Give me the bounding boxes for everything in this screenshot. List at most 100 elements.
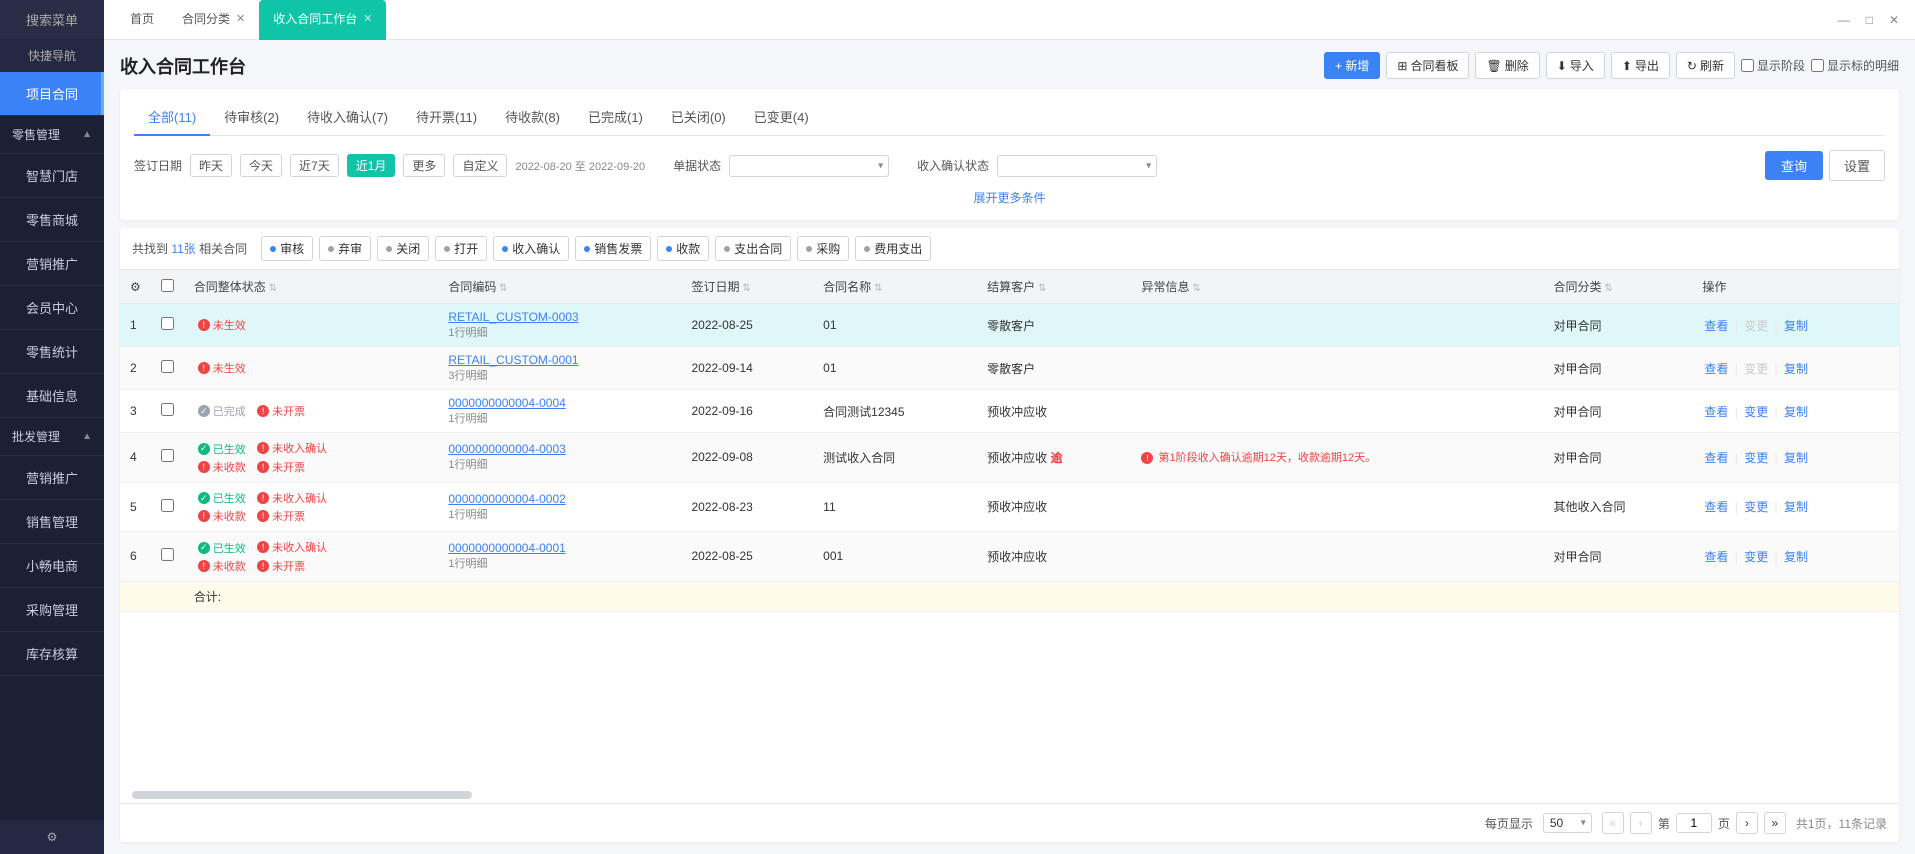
sidebar-item-project-contract[interactable]: 项目合同 <box>0 72 104 116</box>
op-copy[interactable]: 复制 <box>1784 550 1808 564</box>
th-exception[interactable]: 异常信息 <box>1131 270 1543 304</box>
status-tab-pending-review[interactable]: 待审核(2) <box>210 99 293 136</box>
cell-checkbox[interactable] <box>151 390 184 433</box>
cell-checkbox[interactable] <box>151 347 184 390</box>
prev-page-btn[interactable]: ‹ <box>1630 812 1652 834</box>
th-sign-date[interactable]: 签订日期 <box>681 270 813 304</box>
show-stages-checkbox[interactable]: 显示阶段 <box>1741 57 1805 74</box>
select-all-checkbox[interactable] <box>161 279 174 292</box>
date-btn-7days[interactable]: 近7天 <box>290 154 339 177</box>
date-btn-more[interactable]: 更多 <box>403 154 445 177</box>
action-open-btn[interactable]: 打开 <box>435 236 487 261</box>
refresh-button[interactable]: ↻ 刷新 <box>1676 52 1735 79</box>
status-tab-changed[interactable]: 已变更(4) <box>740 99 823 136</box>
th-checkbox[interactable] <box>151 270 184 304</box>
add-button[interactable]: + 新增 <box>1324 52 1380 79</box>
contract-code-link[interactable]: RETAIL_CUSTOM-0003 <box>448 310 671 324</box>
status-tab-pending-invoice[interactable]: 待开票(11) <box>402 99 491 136</box>
sidebar-item-sales-mgmt[interactable]: 销售管理 <box>0 500 104 544</box>
action-invoice-btn[interactable]: 销售发票 <box>575 236 651 261</box>
th-code[interactable]: 合同编码 <box>438 270 681 304</box>
status-tab-pending-confirm[interactable]: 待收入确认(7) <box>293 99 402 136</box>
import-button[interactable]: ⬇ 导入 <box>1546 52 1605 79</box>
cell-checkbox[interactable] <box>151 433 184 483</box>
date-btn-1month[interactable]: 近1月 <box>347 154 396 177</box>
op-copy[interactable]: 复制 <box>1784 319 1808 333</box>
op-view[interactable]: 查看 <box>1704 362 1728 376</box>
contract-code-link[interactable]: 0000000000004-0004 <box>448 396 671 410</box>
sidebar-item-marketing2[interactable]: 营销推广 <box>0 456 104 500</box>
status-tab-closed[interactable]: 已关闭(0) <box>657 99 740 136</box>
action-review-btn[interactable]: 审核 <box>261 236 313 261</box>
sidebar-item-base-info[interactable]: 基础信息 <box>0 374 104 418</box>
sidebar-item-retail-mgmt[interactable]: 零售管理 ▲ <box>0 116 104 154</box>
th-name[interactable]: 合同名称 <box>813 270 977 304</box>
cell-checkbox[interactable] <box>151 482 184 532</box>
filter-setting-button[interactable]: 设置 <box>1829 150 1885 181</box>
doc-status-select[interactable] <box>729 155 889 177</box>
expand-conditions-btn[interactable]: 展开更多条件 <box>965 187 1053 209</box>
action-payment-btn[interactable]: 收款 <box>657 236 709 261</box>
tab-contract-category[interactable]: 合同分类 ✕ <box>168 0 259 40</box>
sidebar-item-inventory[interactable]: 库存核算 <box>0 632 104 676</box>
op-view[interactable]: 查看 <box>1704 500 1728 514</box>
page-number-input[interactable] <box>1676 813 1712 833</box>
sidebar-item-retail-stats[interactable]: 零售统计 <box>0 330 104 374</box>
tab-close-contract-category[interactable]: ✕ <box>236 12 245 25</box>
action-confirm-btn[interactable]: 收入确认 <box>493 236 569 261</box>
sidebar-search[interactable]: 搜索菜单 <box>0 0 104 39</box>
action-expense-contract-btn[interactable]: 支出合同 <box>715 236 791 261</box>
action-abandon-btn[interactable]: 弃审 <box>319 236 371 261</box>
contract-code-link[interactable]: RETAIL_CUSTOM-0001 <box>448 353 671 367</box>
sidebar-item-member[interactable]: 会员中心 <box>0 286 104 330</box>
window-close[interactable]: ✕ <box>1885 13 1903 27</box>
th-customer[interactable]: 结算客户 <box>977 270 1131 304</box>
status-tab-all[interactable]: 全部(11) <box>134 99 210 136</box>
page-size-select[interactable]: 20 50 100 <box>1543 813 1592 833</box>
status-tab-completed[interactable]: 已完成(1) <box>574 99 657 136</box>
contract-code-link[interactable]: 0000000000004-0003 <box>448 442 671 456</box>
th-category[interactable]: 合同分类 <box>1543 270 1692 304</box>
window-maximize[interactable]: □ <box>1862 13 1877 27</box>
cell-checkbox[interactable] <box>151 304 184 347</box>
sidebar-item-ecommerce[interactable]: 小畅电商 <box>0 544 104 588</box>
action-purchase-btn[interactable]: 采购 <box>797 236 849 261</box>
op-view[interactable]: 查看 <box>1704 319 1728 333</box>
th-settings[interactable]: ⚙ <box>120 270 151 304</box>
sidebar-item-marketing[interactable]: 营销推广 <box>0 242 104 286</box>
export-button[interactable]: ⬆ 导出 <box>1611 52 1670 79</box>
op-copy[interactable]: 复制 <box>1784 500 1808 514</box>
dashboard-button[interactable]: ⊞ 合同看板 <box>1386 52 1469 79</box>
contract-code-link[interactable]: 0000000000004-0002 <box>448 492 671 506</box>
date-btn-today[interactable]: 今天 <box>240 154 282 177</box>
date-btn-yesterday[interactable]: 昨天 <box>190 154 232 177</box>
op-copy[interactable]: 复制 <box>1784 451 1808 465</box>
delete-button[interactable]: 🗑 删除 <box>1475 52 1539 79</box>
sidebar-item-purchase[interactable]: 采购管理 <box>0 588 104 632</box>
tab-close-income-contract[interactable]: ✕ <box>363 12 372 25</box>
last-page-btn[interactable]: » <box>1764 812 1786 834</box>
query-button[interactable]: 查询 <box>1765 151 1823 180</box>
first-page-btn[interactable]: « <box>1602 812 1624 834</box>
sidebar-quicknav[interactable]: 快捷导航 <box>0 39 104 72</box>
op-view[interactable]: 查看 <box>1704 550 1728 564</box>
action-close-btn[interactable]: 关闭 <box>377 236 429 261</box>
op-edit[interactable]: 变更 <box>1744 451 1768 465</box>
status-tab-pending-payment[interactable]: 待收款(8) <box>491 99 574 136</box>
tab-home[interactable]: 首页 <box>116 0 168 40</box>
op-copy[interactable]: 复制 <box>1784 362 1808 376</box>
op-edit[interactable]: 变更 <box>1744 550 1768 564</box>
op-edit[interactable]: 变更 <box>1744 500 1768 514</box>
contract-code-link[interactable]: 0000000000004-0001 <box>448 541 671 555</box>
cell-checkbox[interactable] <box>151 532 184 582</box>
op-edit[interactable]: 变更 <box>1744 405 1768 419</box>
table-scroll[interactable]: ⚙ 合同整体状态 合同编码 签订日期 合同名称 结算客户 异常信息 合同分类 操… <box>120 270 1899 787</box>
horizontal-scrollbar[interactable] <box>132 791 472 799</box>
action-expense-btn[interactable]: 费用支出 <box>855 236 931 261</box>
th-overall-status[interactable]: 合同整体状态 <box>184 270 439 304</box>
op-view[interactable]: 查看 <box>1704 405 1728 419</box>
date-btn-custom[interactable]: 自定义 <box>453 154 507 177</box>
op-view[interactable]: 查看 <box>1704 451 1728 465</box>
op-copy[interactable]: 复制 <box>1784 405 1808 419</box>
sidebar-settings[interactable]: ⚙ <box>0 820 104 854</box>
